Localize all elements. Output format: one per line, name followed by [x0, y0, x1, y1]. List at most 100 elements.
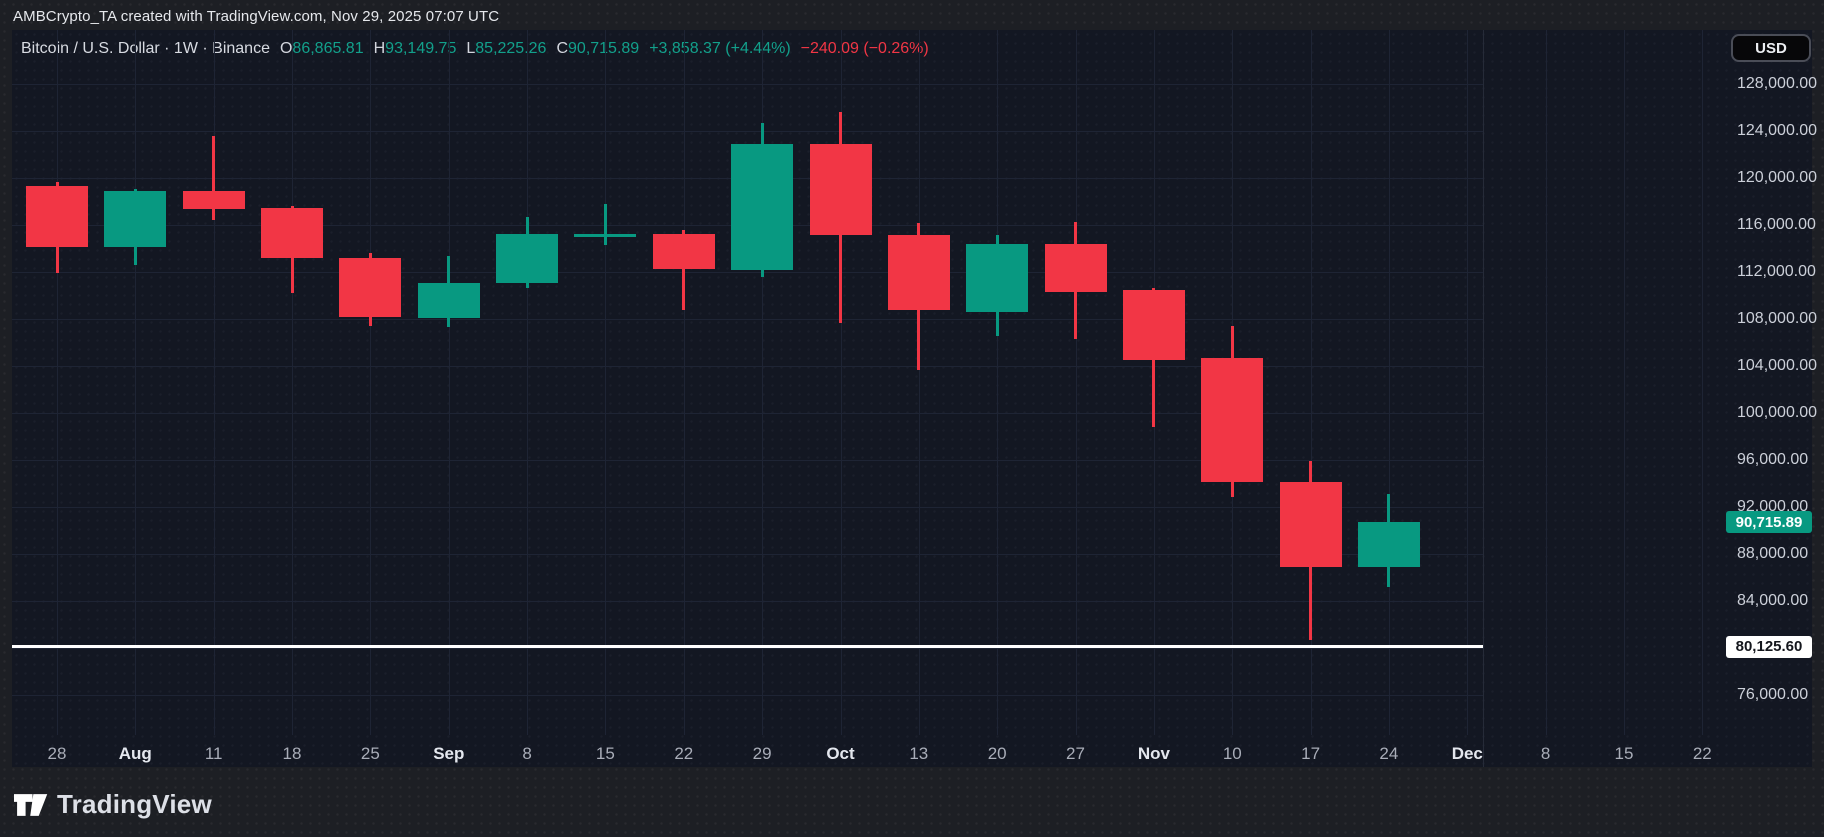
gridline-horizontal: [12, 319, 1483, 320]
price-axis-label: 100,000.00: [1737, 404, 1818, 421]
time-axis-label: 28: [47, 744, 67, 763]
tradingview-logo[interactable]: TradingView: [14, 789, 212, 820]
symbol-title: Bitcoin / U.S. Dollar · 1W · Binance: [21, 40, 270, 57]
gridline-horizontal: [12, 84, 1483, 85]
gridline-vertical: [448, 30, 450, 735]
candle[interactable]: [1044, 244, 1107, 292]
price-axis-separator: [1483, 30, 1484, 767]
chart-pane[interactable]: [12, 30, 1812, 767]
gridline-vertical: [1388, 30, 1390, 735]
tradingview-logo-icon: [14, 792, 48, 818]
gridline-horizontal: [12, 554, 1483, 555]
candle[interactable]: [1357, 522, 1420, 568]
candle[interactable]: [574, 233, 637, 237]
last-price-badge: 90,715.89: [1726, 511, 1812, 534]
price-axis-label: 104,000.00: [1737, 357, 1818, 374]
ohlc-low-value: 85,225.26: [475, 40, 547, 57]
time-axis-month-label: Oct: [826, 744, 855, 763]
time-axis-label: 24: [1379, 744, 1399, 763]
candle[interactable]: [496, 233, 559, 283]
candle[interactable]: [652, 234, 715, 270]
tradingview-logo-text: TradingView: [57, 789, 212, 819]
candle[interactable]: [182, 190, 245, 210]
time-axis-label: 13: [909, 744, 929, 763]
time-axis-label: 11: [204, 744, 223, 763]
price-axis-label: 112,000.00: [1737, 263, 1816, 280]
ohlc-high-value: 93,149.75: [385, 40, 457, 57]
candle[interactable]: [1279, 482, 1342, 568]
gridline-vertical: [57, 30, 58, 735]
candle[interactable]: [26, 186, 88, 247]
candle[interactable]: [339, 257, 402, 317]
ohlc-open-value: 86,865.81: [292, 40, 364, 57]
time-axis-label: 17: [1301, 744, 1321, 763]
gridline-vertical: [1075, 30, 1077, 735]
change-absolute-percent: +3,858.37 (+4.44%): [649, 40, 791, 57]
time-axis-label: 22: [674, 744, 694, 763]
ohlc-low-label: L: [466, 40, 476, 57]
price-axis-label: 76,000.00: [1737, 686, 1809, 703]
time-axis-label: 10: [1222, 744, 1242, 763]
ohlc-open-label: O: [279, 40, 293, 57]
gridline-vertical: [527, 30, 529, 735]
price-axis-label: 84,000.00: [1737, 592, 1809, 609]
time-axis-label: 20: [987, 744, 1007, 763]
hline-price-badge: 80,125.60: [1726, 635, 1812, 658]
price-axis-label: 120,000.00: [1737, 169, 1818, 186]
gridline-horizontal: [12, 507, 1483, 508]
price-axis-label: 116,000.00: [1737, 216, 1816, 233]
time-axis-label: 22: [1692, 744, 1712, 763]
ohlc-close-value: 90,715.89: [568, 40, 640, 57]
time-axis-month-label: Sep: [433, 744, 465, 763]
candle[interactable]: [417, 282, 480, 318]
time-axis-month-label: Aug: [118, 744, 152, 763]
gridline-horizontal: [12, 648, 1483, 649]
currency-toggle-button[interactable]: USD: [1731, 34, 1811, 62]
time-axis-label: 8: [1540, 744, 1551, 763]
candle[interactable]: [887, 235, 950, 310]
tradingview-screenshot: { "topbar": { "text": "AMBCrypto_TA crea…: [0, 0, 1824, 837]
gridline-vertical: [1624, 30, 1625, 735]
time-axis-label: 27: [1066, 744, 1085, 763]
time-axis-month-label: Dec: [1451, 744, 1483, 763]
time-axis-label: 25: [360, 744, 380, 763]
price-axis-label: 96,000.00: [1737, 451, 1809, 468]
price-axis-label: 108,000.00: [1737, 310, 1818, 327]
gridline-horizontal: [12, 272, 1483, 273]
price-axis-label: 88,000.00: [1737, 545, 1809, 562]
price-axis-label: 124,000.00: [1737, 122, 1818, 139]
candle[interactable]: [104, 190, 167, 247]
ohlc-close-label: C: [556, 40, 569, 57]
candle[interactable]: [1122, 290, 1185, 360]
gridline-vertical: [1467, 30, 1469, 735]
gridline-vertical: [605, 30, 607, 735]
time-axis-label: 15: [1614, 744, 1634, 763]
gridline-vertical: [370, 30, 372, 735]
candle[interactable]: [966, 244, 1029, 312]
time-axis-label: 29: [752, 744, 772, 763]
gridline-vertical: [292, 30, 293, 735]
gridline-horizontal: [12, 695, 1483, 696]
gridline-vertical: [918, 30, 920, 735]
gridline-vertical: [683, 30, 685, 735]
gridline-vertical: [1545, 30, 1547, 735]
symbol-legend[interactable]: Bitcoin / U.S. Dollar · 1W · Binance O86,…: [21, 40, 929, 58]
candle-wick: [603, 204, 607, 245]
watermark-attribution-text: AMBCrypto_TA created with TradingView.co…: [13, 8, 500, 25]
ohlc-high-label: H: [373, 40, 386, 57]
horizontal-line-tool[interactable]: [12, 645, 1483, 648]
candle[interactable]: [731, 144, 794, 270]
gridline-vertical: [1702, 30, 1704, 735]
gridline-horizontal: [12, 131, 1483, 132]
gridline-horizontal: [12, 601, 1483, 602]
candle[interactable]: [261, 207, 323, 258]
price-axis-label: 128,000.00: [1737, 75, 1818, 92]
candle[interactable]: [1201, 357, 1264, 483]
candle[interactable]: [809, 144, 872, 235]
time-axis-label: 8: [522, 744, 532, 763]
gridline-vertical: [997, 30, 999, 735]
gridline-vertical: [135, 30, 137, 735]
time-axis-label: 18: [282, 744, 302, 763]
time-axis-month-label: Nov: [1137, 744, 1170, 763]
time-axis-label: 15: [595, 744, 615, 763]
